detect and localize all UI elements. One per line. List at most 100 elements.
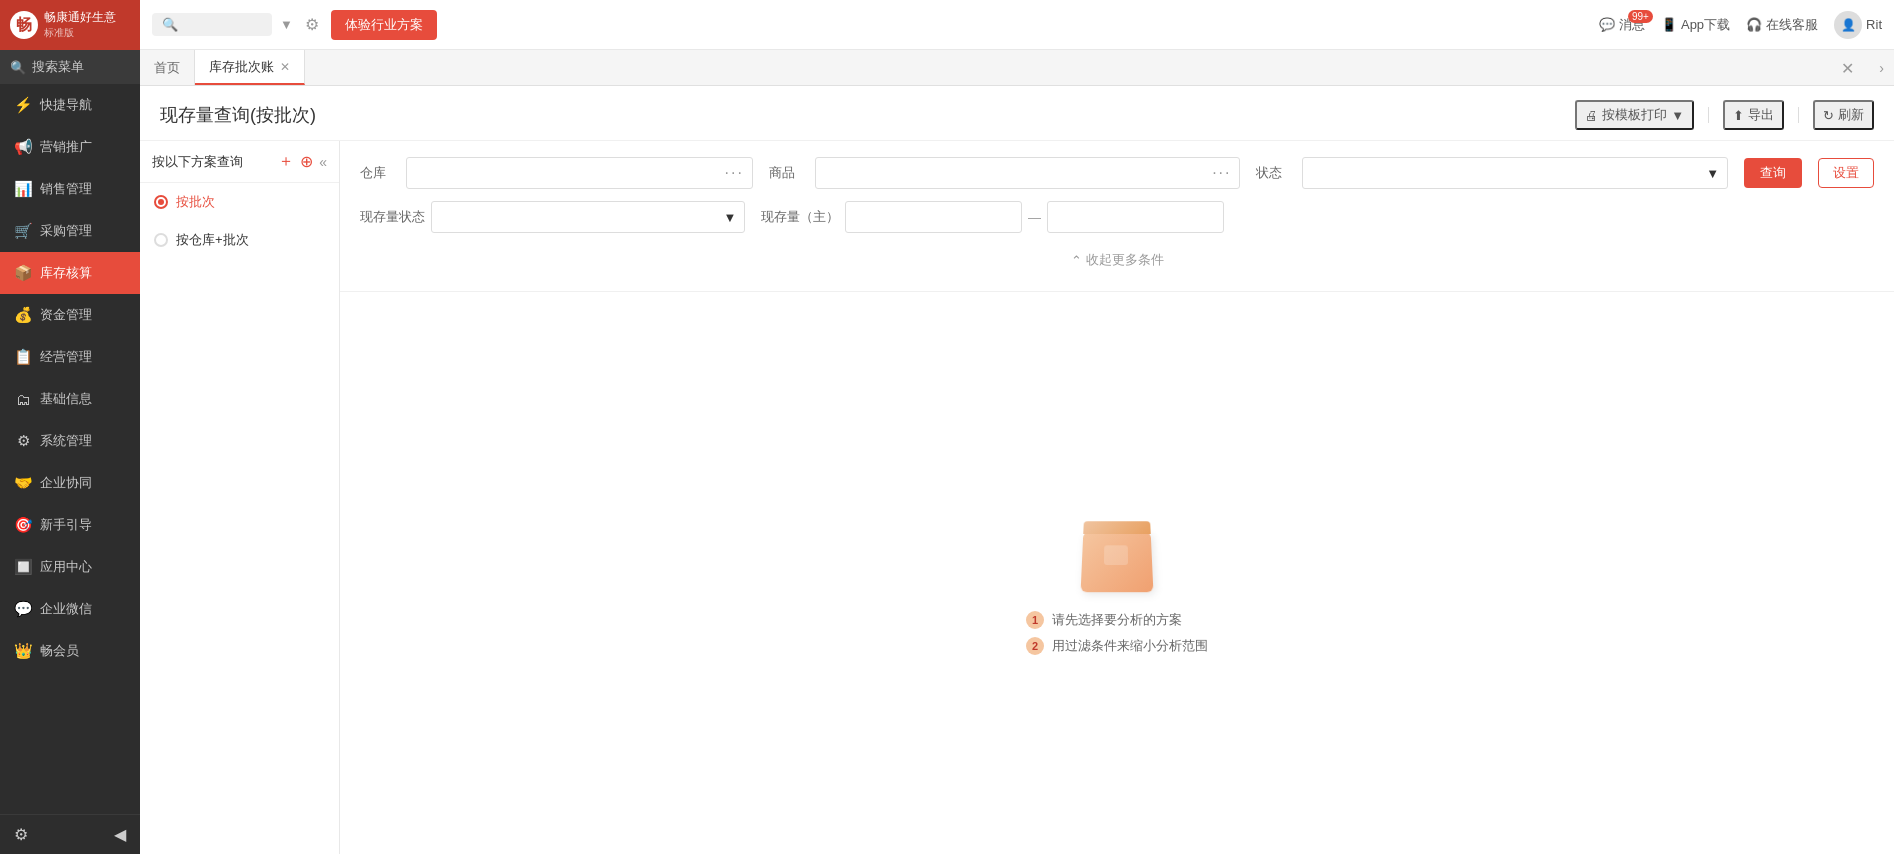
online-service-btn[interactable]: 🎧 在线客服 <box>1746 16 1818 34</box>
sidebar-item-label: 库存核算 <box>40 264 92 282</box>
right-panel: 仓库 ··· 商品 ··· <box>340 141 1894 854</box>
warehouse-dots: ··· <box>725 164 744 182</box>
sidebar-item-sales[interactable]: 📊 销售管理 <box>0 168 140 210</box>
tab-inventory-batch-label: 库存批次账 <box>209 58 274 76</box>
sidebar-item-operations[interactable]: 📋 经营管理 <box>0 336 140 378</box>
hint-2-num: 2 <box>1026 637 1044 655</box>
sidebar-item-label: 销售管理 <box>40 180 92 198</box>
sidebar-item-system[interactable]: ⚙ 系统管理 <box>0 420 140 462</box>
sidebar-item-label: 采购管理 <box>40 222 92 240</box>
sidebar-item-quick-nav[interactable]: ⚡ 快捷导航 <box>0 84 140 126</box>
empty-state: 1 请先选择要分析的方案 2 用过滤条件来缩小分析范围 <box>340 292 1894 854</box>
sidebar-item-newbie[interactable]: 🎯 新手引导 <box>0 504 140 546</box>
sidebar-item-label: 畅会员 <box>40 642 79 660</box>
print-label: 按模板打印 <box>1602 106 1667 124</box>
tabbar-close-btn[interactable]: ✕ <box>1841 58 1854 77</box>
avatar: 👤 <box>1834 11 1862 39</box>
page-actions: 🖨 按模板打印 ▼ ⬆ 导出 ↻ 刷新 <box>1575 100 1874 130</box>
sidebar-item-inventory[interactable]: 📦 库存核算 <box>0 252 140 294</box>
print-icon: 🖨 <box>1585 108 1598 123</box>
marketing-icon: 📢 <box>14 138 32 156</box>
sidebar-item-purchase[interactable]: 🛒 采购管理 <box>0 210 140 252</box>
stock-status-field: 现存量状态 ▼ <box>360 201 745 233</box>
empty-hints: 1 请先选择要分析的方案 2 用过滤条件来缩小分析范围 <box>1026 611 1208 655</box>
sidebar-item-label: 企业协同 <box>40 474 92 492</box>
sidebar-item-marketing[interactable]: 📢 营销推广 <box>0 126 140 168</box>
experience-button[interactable]: 体验行业方案 <box>331 10 437 40</box>
query-button[interactable]: 查询 <box>1744 158 1802 188</box>
inventory-icon: 📦 <box>14 264 32 282</box>
stock-qty-min-input[interactable] <box>845 201 1022 233</box>
refresh-icon: ↻ <box>1823 108 1834 123</box>
collapse-more-btn[interactable]: ⌃ 收起更多条件 <box>360 245 1874 275</box>
tab-home-label: 首页 <box>154 59 180 77</box>
app-logo: 畅 <box>10 11 38 39</box>
left-panel-icons: ＋ ⊕ « <box>278 151 327 172</box>
query-form: 仓库 ··· 商品 ··· <box>340 141 1894 292</box>
hint-1-num: 1 <box>1026 611 1044 629</box>
username: Rit <box>1866 17 1882 32</box>
topbar-gear-icon[interactable]: ⚙ <box>305 15 319 34</box>
main-area: 🔍 ▼ ⚙ 体验行业方案 💬 消息 99+ 📱 App下载 🎧 在线客服 👤 R <box>140 0 1894 854</box>
tabbar-arrow-icon[interactable]: › <box>1879 60 1884 76</box>
add-scheme-icon[interactable]: ＋ <box>278 151 294 172</box>
form-row-2: 现存量状态 ▼ 现存量（主） — <box>360 201 1874 233</box>
print-template-btn[interactable]: 🖨 按模板打印 ▼ <box>1575 100 1694 130</box>
scheme-by-warehouse-batch[interactable]: 按仓库+批次 <box>140 221 339 259</box>
tab-home[interactable]: 首页 <box>140 50 195 85</box>
phone-icon: 📱 <box>1661 17 1677 32</box>
sidebar-item-basic[interactable]: 🗂 基础信息 <box>0 378 140 420</box>
empty-box-face <box>1104 545 1128 565</box>
app-download-btn[interactable]: 📱 App下载 <box>1661 16 1730 34</box>
sidebar-item-enterprise[interactable]: 🤝 企业协同 <box>0 462 140 504</box>
app-subtitle: 标准版 <box>44 26 116 40</box>
operations-icon: 📋 <box>14 348 32 366</box>
settings-icon[interactable]: ⚙ <box>14 825 28 844</box>
sidebar-item-label: 系统管理 <box>40 432 92 450</box>
divider2 <box>1798 107 1799 123</box>
topbar-search[interactable]: 🔍 <box>152 13 272 36</box>
stock-qty-label: 现存量（主） <box>761 208 839 226</box>
product-input[interactable]: ··· <box>815 157 1241 189</box>
stock-qty-max-input[interactable] <box>1047 201 1224 233</box>
sales-icon: 📊 <box>14 180 32 198</box>
app-info: 畅康通好生意 标准版 <box>44 10 116 40</box>
finance-icon: 💰 <box>14 306 32 324</box>
left-panel-header: 按以下方案查询 ＋ ⊕ « <box>140 141 339 183</box>
apps-icon: 🔲 <box>14 558 32 576</box>
sidebar-item-apps[interactable]: 🔲 应用中心 <box>0 546 140 588</box>
settings-button[interactable]: 设置 <box>1818 158 1874 188</box>
refresh-btn[interactable]: ↻ 刷新 <box>1813 100 1874 130</box>
status-field: 状态 ▼ <box>1256 157 1728 189</box>
tab-close-icon[interactable]: ✕ <box>280 60 290 74</box>
status-select[interactable]: ▼ <box>1302 157 1728 189</box>
user-profile[interactable]: 👤 Rit <box>1834 11 1882 39</box>
product-label: 商品 <box>769 164 809 182</box>
sidebar-item-vip[interactable]: 👑 畅会员 <box>0 630 140 672</box>
sidebar-item-finance[interactable]: 💰 资金管理 <box>0 294 140 336</box>
sidebar-item-wechat[interactable]: 💬 企业微信 <box>0 588 140 630</box>
messages-btn[interactable]: 💬 消息 99+ <box>1599 16 1645 34</box>
tabbar: 首页 库存批次账 ✕ ✕ › <box>140 50 1894 86</box>
warehouse-input[interactable]: ··· <box>406 157 753 189</box>
content-body: 按以下方案查询 ＋ ⊕ « 按批次 按仓库+批次 <box>140 141 1894 854</box>
left-panel-title: 按以下方案查询 <box>152 153 243 171</box>
tab-inventory-batch[interactable]: 库存批次账 ✕ <box>195 50 305 85</box>
sidebar-search[interactable]: 🔍 搜索菜单 <box>0 50 140 84</box>
stock-status-select[interactable]: ▼ <box>431 201 745 233</box>
scheme-by-warehouse-batch-label: 按仓库+批次 <box>176 231 249 249</box>
topbar-search-icon: 🔍 <box>162 17 178 32</box>
sidebar-footer: ⚙ ◀ <box>0 814 140 854</box>
quick-nav-icon: ⚡ <box>14 96 32 114</box>
export-icon: ⬆ <box>1733 108 1744 123</box>
scheme-by-batch[interactable]: 按批次 <box>140 183 339 221</box>
collapse-sidebar-icon[interactable]: ◀ <box>114 825 126 844</box>
collapse-left-panel-icon[interactable]: « <box>319 154 327 170</box>
empty-hint-2: 2 用过滤条件来缩小分析范围 <box>1026 637 1208 655</box>
settings-scheme-icon[interactable]: ⊕ <box>300 152 313 171</box>
enterprise-icon: 🤝 <box>14 474 32 492</box>
export-btn[interactable]: ⬆ 导出 <box>1723 100 1784 130</box>
topbar-dropdown-icon[interactable]: ▼ <box>280 17 293 32</box>
hint-1-text: 请先选择要分析的方案 <box>1052 611 1182 629</box>
stock-qty-field: 现存量（主） — <box>761 201 1223 233</box>
